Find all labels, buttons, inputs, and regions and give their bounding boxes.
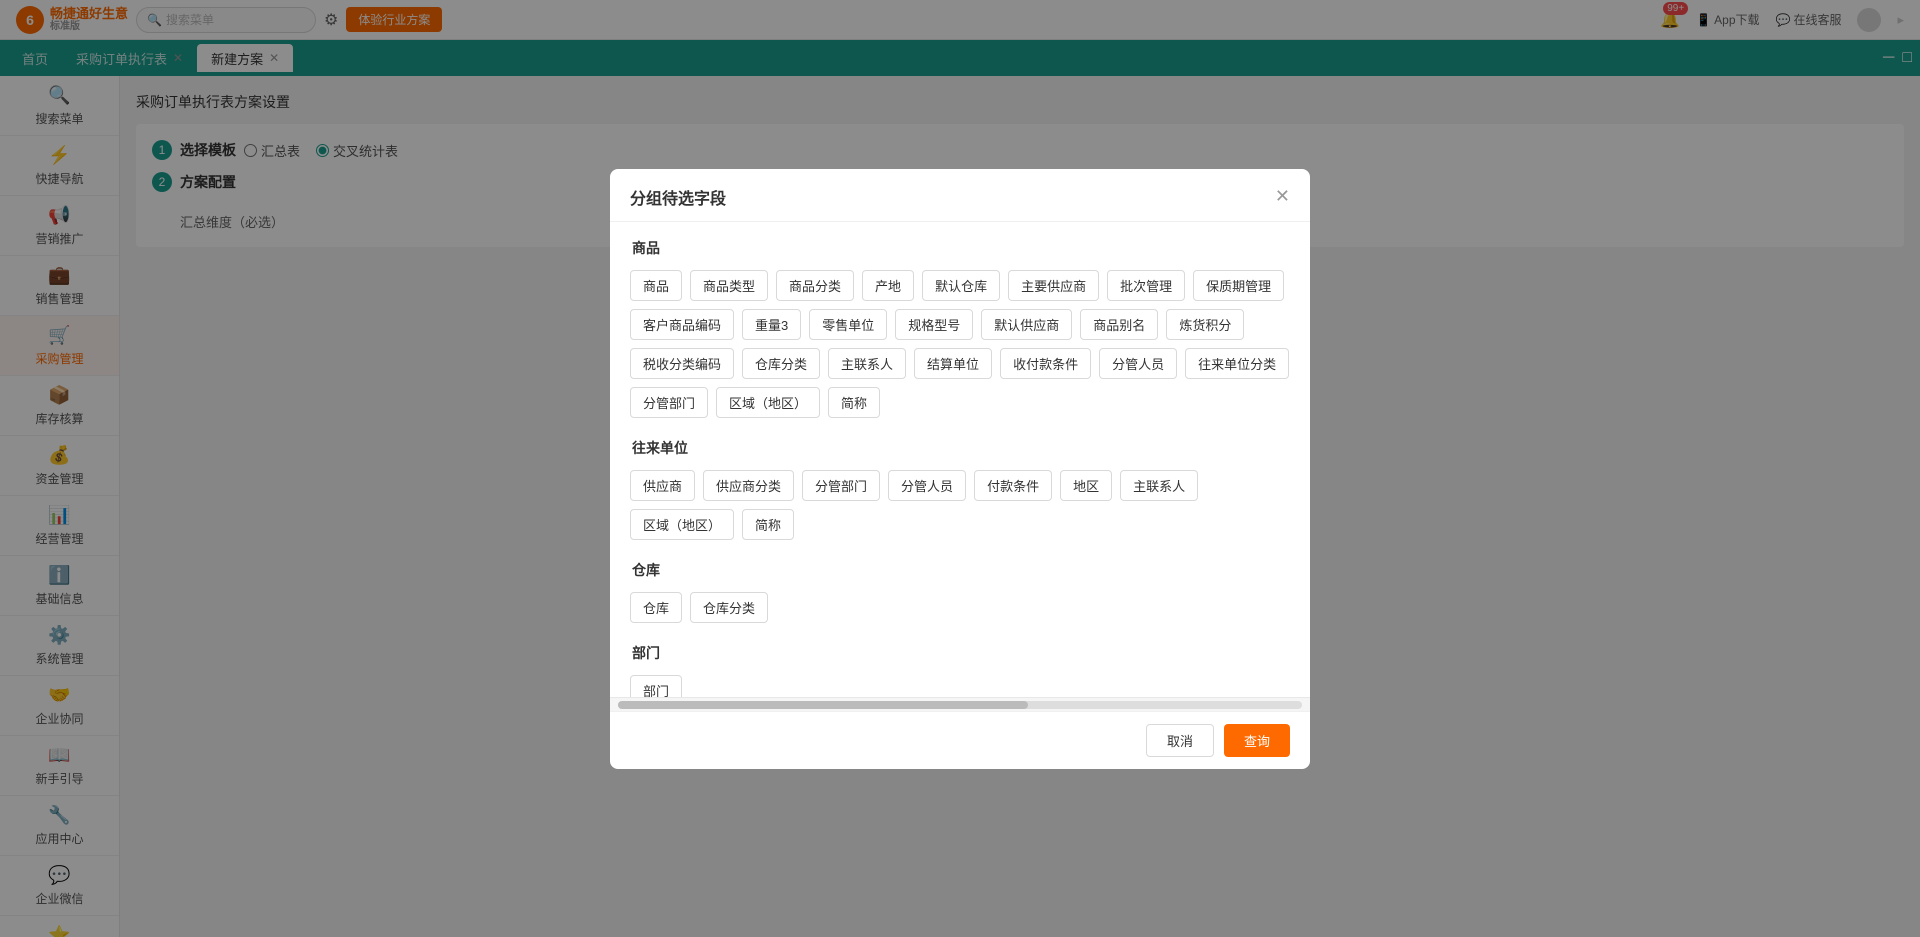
field-tag-warehouse[interactable]: 仓库 bbox=[630, 592, 682, 623]
modal-title: 分组待选字段 bbox=[630, 185, 726, 209]
modal-horizontal-scrollbar[interactable] bbox=[610, 697, 1310, 711]
modal-close-icon[interactable]: ✕ bbox=[1275, 186, 1290, 207]
field-tag-default-supplier[interactable]: 默认供应商 bbox=[981, 309, 1072, 340]
field-tag-supplier[interactable]: 供应商 bbox=[630, 470, 695, 501]
field-tag-warehouse-category[interactable]: 仓库分类 bbox=[742, 348, 820, 379]
field-tag-customer-code[interactable]: 客户商品编码 bbox=[630, 309, 734, 340]
field-tag-settlement-unit[interactable]: 结算单位 bbox=[914, 348, 992, 379]
field-tag-area[interactable]: 地区 bbox=[1060, 470, 1112, 501]
field-tag-product-category[interactable]: 商品分类 bbox=[776, 270, 854, 301]
field-tag-warehouse-cat[interactable]: 仓库分类 bbox=[690, 592, 768, 623]
field-tag-department[interactable]: 部门 bbox=[630, 675, 682, 697]
field-tag-lian-goods-points[interactable]: 炼货积分 bbox=[1166, 309, 1244, 340]
field-tag-weight3[interactable]: 重量3 bbox=[742, 309, 801, 340]
section-title-warehouse: 仓库 bbox=[630, 560, 1290, 580]
field-tag-product-alias[interactable]: 商品别名 bbox=[1080, 309, 1158, 340]
field-tag-partner-region[interactable]: 区域（地区） bbox=[630, 509, 734, 540]
field-tag-expiry-mgmt[interactable]: 保质期管理 bbox=[1193, 270, 1284, 301]
field-tag-batch-mgmt[interactable]: 批次管理 bbox=[1107, 270, 1185, 301]
field-tag-product[interactable]: 商品 bbox=[630, 270, 682, 301]
field-grid-department: 部门 bbox=[630, 675, 1290, 697]
field-tag-short-name[interactable]: 简称 bbox=[828, 387, 880, 418]
field-tag-dept-in-charge[interactable]: 分管部门 bbox=[630, 387, 708, 418]
section-product: 商品 商品 商品类型 商品分类 产地 默认仓库 主要供应商 批次管理 保质期管理… bbox=[630, 238, 1290, 418]
field-tag-default-warehouse[interactable]: 默认仓库 bbox=[922, 270, 1000, 301]
field-tag-retail-unit[interactable]: 零售单位 bbox=[809, 309, 887, 340]
field-tag-partner-dept[interactable]: 分管部门 bbox=[802, 470, 880, 501]
field-tag-partner-category[interactable]: 往来单位分类 bbox=[1185, 348, 1289, 379]
section-warehouse: 仓库 仓库 仓库分类 bbox=[630, 560, 1290, 623]
modal-header: 分组待选字段 ✕ bbox=[610, 169, 1310, 222]
field-tag-main-supplier[interactable]: 主要供应商 bbox=[1008, 270, 1099, 301]
field-tag-product-type[interactable]: 商品类型 bbox=[690, 270, 768, 301]
field-tag-spec-model[interactable]: 规格型号 bbox=[895, 309, 973, 340]
field-grid-warehouse: 仓库 仓库分类 bbox=[630, 592, 1290, 623]
section-department: 部门 部门 bbox=[630, 643, 1290, 697]
section-title-partner: 往来单位 bbox=[630, 438, 1290, 458]
field-tag-person-in-charge[interactable]: 分管人员 bbox=[1099, 348, 1177, 379]
confirm-button[interactable]: 查询 bbox=[1224, 724, 1290, 757]
field-tag-partner-short[interactable]: 简称 bbox=[742, 509, 794, 540]
field-tag-region[interactable]: 区域（地区） bbox=[716, 387, 820, 418]
field-grid-product: 商品 商品类型 商品分类 产地 默认仓库 主要供应商 批次管理 保质期管理 客户… bbox=[630, 270, 1290, 418]
field-tag-tax-code[interactable]: 税收分类编码 bbox=[630, 348, 734, 379]
section-title-department: 部门 bbox=[630, 643, 1290, 663]
field-select-modal: 分组待选字段 ✕ 商品 商品 商品类型 商品分类 产地 默认仓库 主要供应商 批… bbox=[610, 169, 1310, 769]
field-grid-partner: 供应商 供应商分类 分管部门 分管人员 付款条件 地区 主联系人 区域（地区） … bbox=[630, 470, 1290, 540]
field-tag-origin[interactable]: 产地 bbox=[862, 270, 914, 301]
section-title-product: 商品 bbox=[630, 238, 1290, 258]
field-tag-partner-contact[interactable]: 主联系人 bbox=[1120, 470, 1198, 501]
field-tag-partner-person[interactable]: 分管人员 bbox=[888, 470, 966, 501]
modal-footer: 取消 查询 bbox=[610, 711, 1310, 769]
field-tag-supplier-category[interactable]: 供应商分类 bbox=[703, 470, 794, 501]
cancel-button[interactable]: 取消 bbox=[1146, 724, 1214, 757]
modal-body: 商品 商品 商品类型 商品分类 产地 默认仓库 主要供应商 批次管理 保质期管理… bbox=[610, 222, 1310, 697]
field-tag-partner-payment[interactable]: 付款条件 bbox=[974, 470, 1052, 501]
field-tag-main-contact[interactable]: 主联系人 bbox=[828, 348, 906, 379]
field-tag-payment-terms[interactable]: 收付款条件 bbox=[1000, 348, 1091, 379]
section-partner: 往来单位 供应商 供应商分类 分管部门 分管人员 付款条件 地区 主联系人 区域… bbox=[630, 438, 1290, 540]
